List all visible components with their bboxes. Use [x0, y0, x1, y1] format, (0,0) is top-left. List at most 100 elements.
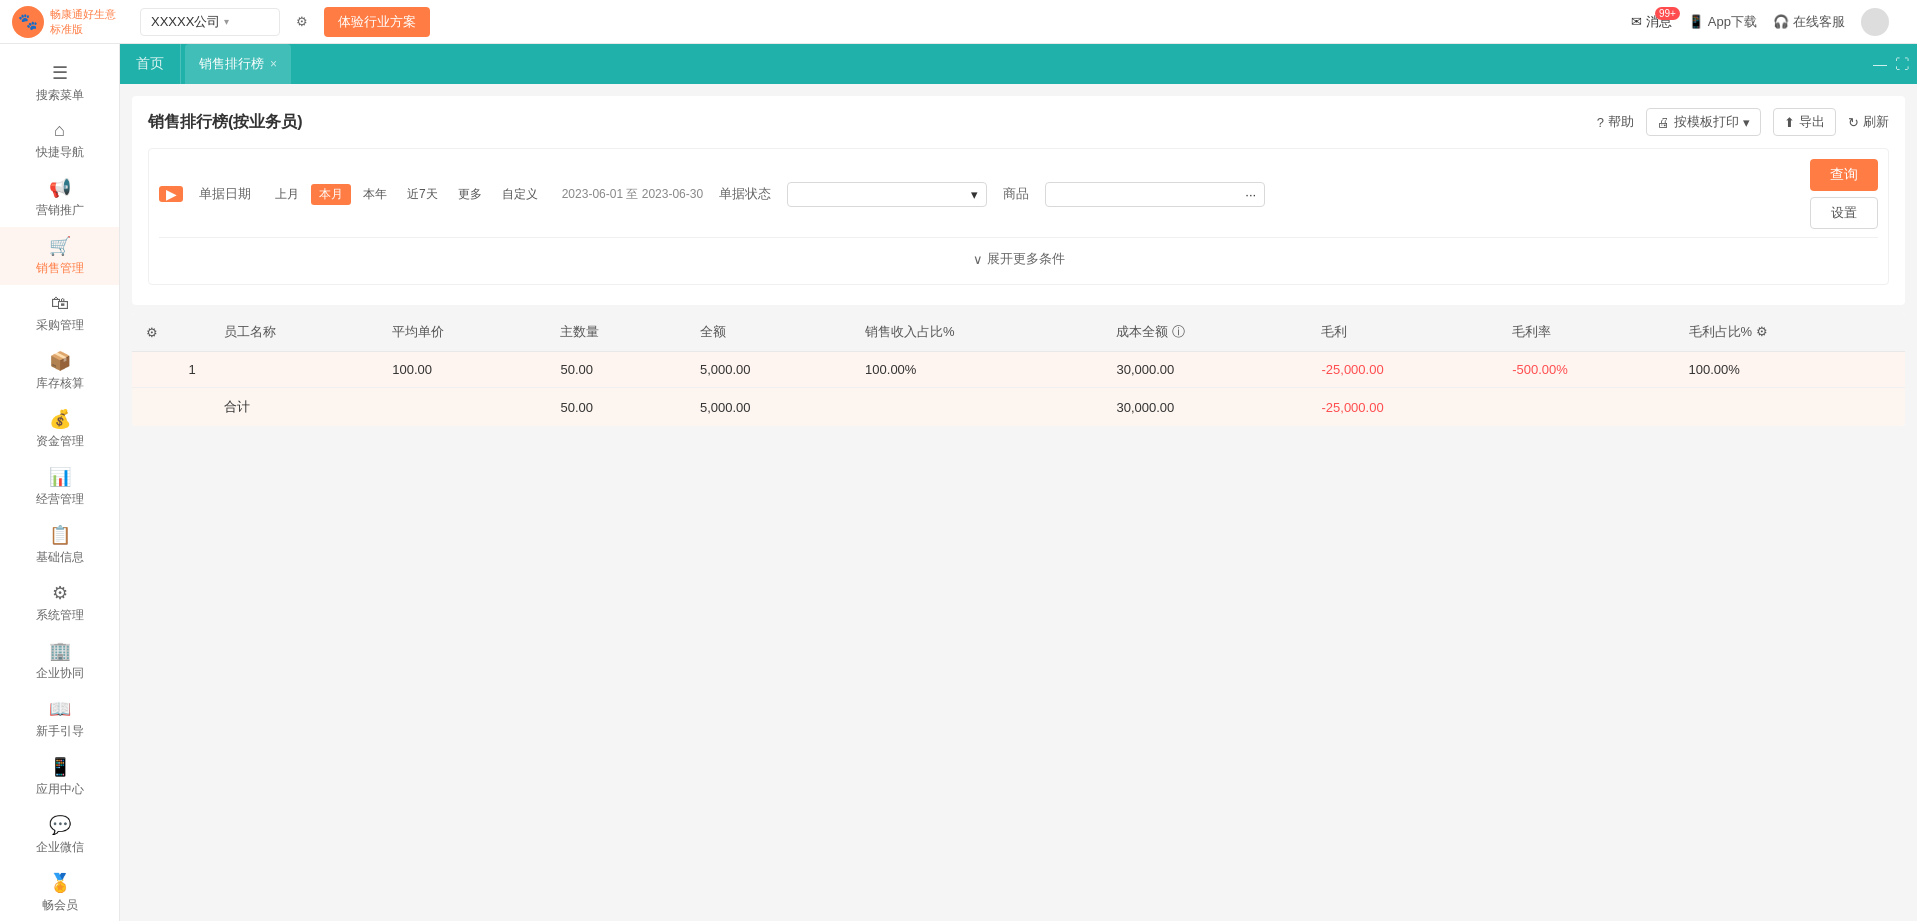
- online-service-btn[interactable]: 🎧 在线客服: [1773, 13, 1845, 31]
- date-tab-last[interactable]: 上月: [267, 184, 307, 205]
- print-chevron-icon: ▾: [1743, 115, 1750, 130]
- logo-area: 🐾 畅康通好生意 标准版: [12, 6, 132, 38]
- query-button[interactable]: 查询: [1810, 159, 1878, 191]
- status-chevron-icon: ▾: [971, 187, 978, 202]
- page-title: 销售排行榜(按业务员): [148, 112, 303, 133]
- wechat-icon: 💬: [49, 814, 71, 836]
- sidebar-item-label: 搜索菜单: [36, 87, 84, 104]
- row-profit-rate: -500.00%: [1500, 352, 1676, 388]
- sidebar-item-operations[interactable]: 📊 经营管理: [0, 458, 119, 516]
- logo-icon: 🐾: [12, 6, 44, 38]
- sidebar-item-wechat[interactable]: 💬 企业微信: [0, 806, 119, 864]
- sidebar-item-sales[interactable]: 🛒 销售管理: [0, 227, 119, 285]
- expand-label: 展开更多条件: [987, 250, 1065, 268]
- settings-button[interactable]: 设置: [1810, 197, 1878, 229]
- goods-input[interactable]: ···: [1045, 182, 1265, 207]
- date-tab-custom[interactable]: 自定义: [494, 184, 546, 205]
- sidebar-item-label: 畅会员: [42, 897, 78, 914]
- trial-button[interactable]: 体验行业方案: [324, 7, 430, 37]
- sidebar-item-quick-nav[interactable]: ⌂ 快捷导航: [0, 112, 119, 169]
- sidebar-item-finance[interactable]: 💰 资金管理: [0, 400, 119, 458]
- help-icon: ?: [1597, 115, 1604, 130]
- sidebar-item-label: 系统管理: [36, 607, 84, 624]
- col-qty: 主数量: [548, 313, 687, 352]
- avatar[interactable]: [1861, 8, 1889, 36]
- tab-sales-rank[interactable]: 销售排行榜 ×: [185, 44, 291, 84]
- row-rank: 1: [172, 352, 212, 388]
- sidebar-item-guide[interactable]: 📖 新手引导: [0, 690, 119, 748]
- tab-minimize-btn[interactable]: —: [1873, 56, 1887, 72]
- filter-collapse-btn[interactable]: ▶: [159, 186, 183, 202]
- col-profit: 毛利: [1309, 313, 1500, 352]
- logo-text: 畅康通好生意 标准版: [50, 7, 116, 36]
- col-settings[interactable]: ⚙: [132, 313, 172, 352]
- sidebar-item-inventory[interactable]: 📦 库存核算: [0, 342, 119, 400]
- export-btn[interactable]: ⬆ 导出: [1773, 108, 1836, 136]
- sidebar-item-enterprise[interactable]: 🏢 企业协同: [0, 632, 119, 690]
- enterprise-icon: 🏢: [49, 640, 71, 662]
- date-tab-7days[interactable]: 近7天: [399, 184, 446, 205]
- col-avg-price: 平均单价: [380, 313, 548, 352]
- sidebar-item-label: 经营管理: [36, 491, 84, 508]
- basic-info-icon: 📋: [49, 524, 71, 546]
- help-btn[interactable]: ? 帮助: [1597, 113, 1634, 131]
- company-selector[interactable]: XXXXX公司 ▾: [140, 8, 280, 36]
- row-profit: -25,000.00: [1309, 352, 1500, 388]
- sidebar-item-label: 快捷导航: [36, 144, 84, 161]
- company-name: XXXXX公司: [151, 13, 220, 31]
- sidebar-item-basic-info[interactable]: 📋 基础信息: [0, 516, 119, 574]
- sidebar-item-label: 营销推广: [36, 202, 84, 219]
- sidebar-item-search[interactable]: ☰ 搜索菜单: [0, 54, 119, 112]
- row-qty: 50.00: [548, 352, 687, 388]
- marketing-icon: 📢: [49, 177, 71, 199]
- chevron-down-icon: ▾: [224, 16, 229, 27]
- app-center-icon: 📱: [49, 756, 71, 778]
- footer-amount: 5,000.00: [688, 388, 853, 427]
- settings-icon-btn[interactable]: ⚙: [288, 8, 316, 36]
- date-tab-year[interactable]: 本年: [355, 184, 395, 205]
- sidebar-item-app-center[interactable]: 📱 应用中心: [0, 748, 119, 806]
- col-sales-pct: 销售收入占比%: [853, 313, 1104, 352]
- tab-home[interactable]: 首页: [120, 44, 181, 84]
- status-select[interactable]: ▾: [787, 182, 987, 207]
- member-icon: 🏅: [49, 872, 71, 894]
- date-tab-more[interactable]: 更多: [450, 184, 490, 205]
- tab-close-icon[interactable]: ×: [270, 57, 277, 71]
- date-tabs: 上月 本月 本年 近7天 更多 自定义: [267, 184, 546, 205]
- footer-avg-price: [380, 388, 548, 427]
- message-area[interactable]: ✉ 消息 99+: [1631, 13, 1672, 31]
- sidebar: ☰ 搜索菜单 ⌂ 快捷导航 📢 营销推广 🛒 销售管理 🛍 采购管理: [0, 44, 120, 921]
- tab-maximize-btn[interactable]: ⛶: [1895, 56, 1909, 72]
- sidebar-item-member[interactable]: 🏅 畅会员: [0, 864, 119, 921]
- sidebar-item-label: 应用中心: [36, 781, 84, 798]
- row-cost-amount: 30,000.00: [1104, 352, 1309, 388]
- footer-rank: [172, 388, 212, 427]
- col-amount: 全额: [688, 313, 853, 352]
- col-profit-pct: 毛利占比% ⚙: [1677, 313, 1905, 352]
- row-amount: 5,000.00: [688, 352, 853, 388]
- print-btn[interactable]: 🖨 按模板打印 ▾: [1646, 108, 1761, 136]
- guide-icon: 📖: [49, 698, 71, 720]
- goods-more-icon[interactable]: ···: [1245, 187, 1256, 202]
- footer-settings: [132, 388, 172, 427]
- phone-icon: 📱: [1688, 14, 1704, 29]
- footer-cost-amount: 30,000.00: [1104, 388, 1309, 427]
- print-icon: 🖨: [1657, 115, 1670, 130]
- tab-sales-rank-label: 销售排行榜: [199, 55, 264, 73]
- purchase-icon: 🛍: [51, 293, 69, 314]
- row-sales-pct: 100.00%: [853, 352, 1104, 388]
- app-download-btn[interactable]: 📱 App下载: [1688, 13, 1757, 31]
- table-card: ⚙ 员工名称 平均单价 主数量 全额 销售收入占比% 成本全额 ⓘ 毛利 毛利率: [132, 313, 1905, 426]
- expand-more-btn[interactable]: ∨ 展开更多条件: [967, 244, 1071, 274]
- date-tab-current[interactable]: 本月: [311, 184, 351, 205]
- sales-icon: 🛒: [49, 235, 71, 257]
- message-badge: 99+: [1655, 7, 1680, 20]
- message-icon: ✉: [1631, 14, 1642, 29]
- operations-icon: 📊: [49, 466, 71, 488]
- sidebar-item-label: 企业协同: [36, 665, 84, 682]
- system-icon: ⚙: [52, 582, 68, 604]
- sidebar-item-purchase[interactable]: 🛍 采购管理: [0, 285, 119, 342]
- refresh-btn[interactable]: ↻ 刷新: [1848, 113, 1889, 131]
- sidebar-item-system[interactable]: ⚙ 系统管理: [0, 574, 119, 632]
- sidebar-item-marketing[interactable]: 📢 营销推广: [0, 169, 119, 227]
